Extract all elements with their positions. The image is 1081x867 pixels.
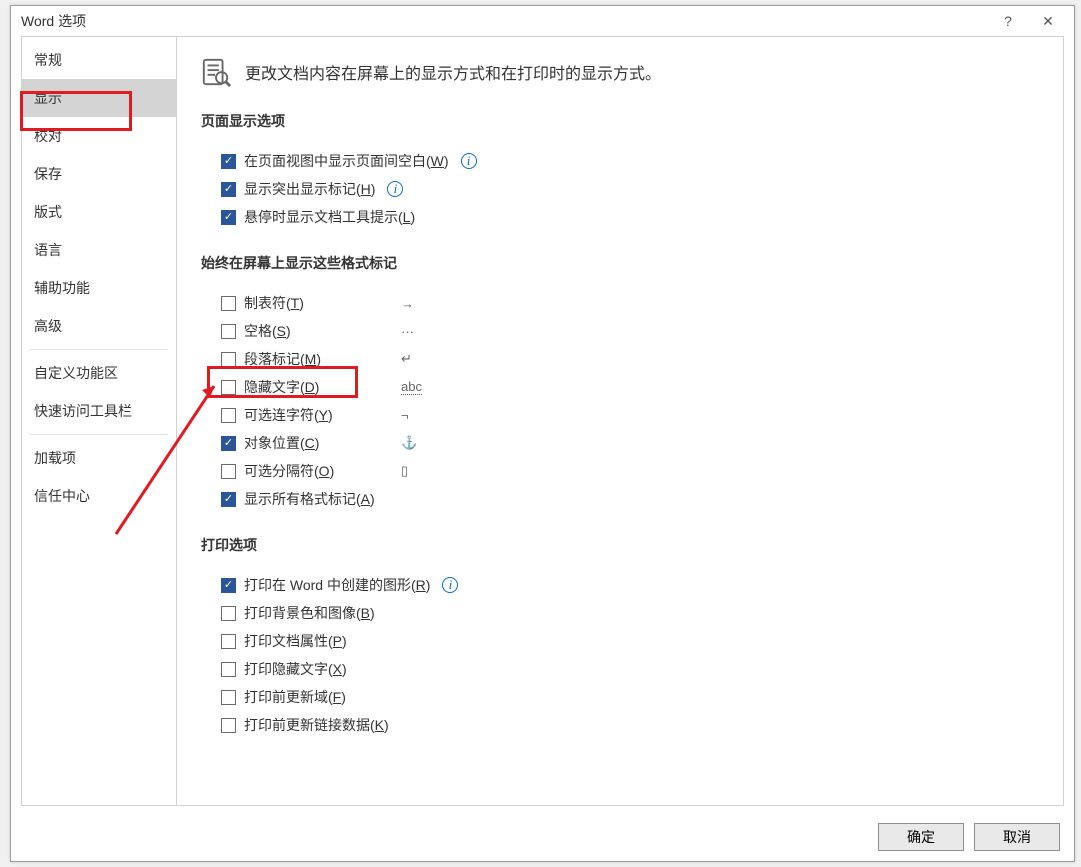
checkbox[interactable] <box>221 492 236 507</box>
option-row: 隐藏文字(D) abc <box>201 373 1039 401</box>
format-mark-symbol: abc <box>401 379 422 395</box>
option-label[interactable]: 悬停时显示文档工具提示(L) <box>244 207 415 227</box>
nav-item-常规[interactable]: 常规 <box>22 41 176 79</box>
option-row: 可选连字符(Y) ¬ <box>201 401 1039 429</box>
group-title: 页面显示选项 <box>201 111 1039 131</box>
option-label[interactable]: 打印隐藏文字(X) <box>244 659 347 679</box>
checkbox[interactable] <box>221 380 236 395</box>
checkbox[interactable] <box>221 154 236 169</box>
display-options-icon <box>201 57 231 87</box>
checkbox[interactable] <box>221 408 236 423</box>
dialog-footer: 确定 取消 <box>878 823 1060 851</box>
option-label[interactable]: 打印文档属性(P) <box>244 631 347 651</box>
nav-item-校对[interactable]: 校对 <box>22 117 176 155</box>
checkbox[interactable] <box>221 578 236 593</box>
nav-item-信任中心[interactable]: 信任中心 <box>22 477 176 515</box>
help-button[interactable]: ? <box>988 6 1028 36</box>
option-label[interactable]: 显示所有格式标记(A) <box>244 489 375 509</box>
nav-item-辅助功能[interactable]: 辅助功能 <box>22 269 176 307</box>
option-label[interactable]: 可选连字符(Y) <box>244 405 333 425</box>
option-row: 对象位置(C) ⚓ <box>201 429 1039 457</box>
nav-item-自定义功能区[interactable]: 自定义功能区 <box>22 354 176 392</box>
format-mark-symbol: ··· <box>401 324 414 339</box>
option-label[interactable]: 隐藏文字(D) <box>244 377 319 397</box>
option-row: 打印在 Word 中创建的图形(R) i <box>201 571 1039 599</box>
nav-separator <box>30 349 168 350</box>
page-heading: 更改文档内容在屏幕上的显示方式和在打印时的显示方式。 <box>245 60 661 84</box>
nav-item-版式[interactable]: 版式 <box>22 193 176 231</box>
option-row: 显示突出显示标记(H) i <box>201 175 1039 203</box>
checkbox[interactable] <box>221 296 236 311</box>
format-mark-symbol: ⚓ <box>401 435 417 451</box>
nav-item-加载项[interactable]: 加载项 <box>22 439 176 477</box>
checkbox[interactable] <box>221 324 236 339</box>
option-label[interactable]: 打印前更新链接数据(K) <box>244 715 389 735</box>
option-row: 打印背景色和图像(B) <box>201 599 1039 627</box>
content-pane: 更改文档内容在屏幕上的显示方式和在打印时的显示方式。 页面显示选项 在页面视图中… <box>176 36 1064 806</box>
cancel-button[interactable]: 取消 <box>974 823 1060 851</box>
info-icon[interactable]: i <box>387 181 403 197</box>
option-row: 打印隐藏文字(X) <box>201 655 1039 683</box>
checkbox[interactable] <box>221 182 236 197</box>
option-row: 在页面视图中显示页面间空白(W) i <box>201 147 1039 175</box>
option-label[interactable]: 可选分隔符(O) <box>244 461 334 481</box>
option-row: 可选分隔符(O) ▯ <box>201 457 1039 485</box>
nav-item-保存[interactable]: 保存 <box>22 155 176 193</box>
dialog-title: Word 选项 <box>21 11 988 31</box>
group-format-marks: 始终在屏幕上显示这些格式标记 制表符(T) → 空格(S) ··· 段落标记(M) ↵ 隐藏… <box>201 253 1039 513</box>
nav-item-显示[interactable]: 显示 <box>22 79 176 117</box>
option-row: 打印前更新链接数据(K) <box>201 711 1039 739</box>
option-label[interactable]: 显示突出显示标记(H) <box>244 179 375 199</box>
info-icon[interactable]: i <box>442 577 458 593</box>
checkbox[interactable] <box>221 464 236 479</box>
format-mark-symbol: → <box>401 296 414 311</box>
titlebar: Word 选项 ? ✕ <box>11 6 1074 36</box>
group-title: 打印选项 <box>201 535 1039 555</box>
format-mark-symbol: ▯ <box>401 463 408 479</box>
group-page-display: 页面显示选项 在页面视图中显示页面间空白(W) i 显示突出显示标记(H) i 悬停时显… <box>201 111 1039 231</box>
ok-button[interactable]: 确定 <box>878 823 964 851</box>
option-row: 空格(S) ··· <box>201 317 1039 345</box>
option-label[interactable]: 空格(S) <box>244 321 291 341</box>
option-row: 段落标记(M) ↵ <box>201 345 1039 373</box>
format-mark-symbol: ↵ <box>401 351 412 367</box>
checkbox[interactable] <box>221 606 236 621</box>
option-label[interactable]: 打印在 Word 中创建的图形(R) <box>244 575 430 595</box>
nav-item-快速访问工具栏[interactable]: 快速访问工具栏 <box>22 392 176 430</box>
option-label[interactable]: 段落标记(M) <box>244 349 321 369</box>
option-row: 打印文档属性(P) <box>201 627 1039 655</box>
checkbox[interactable] <box>221 634 236 649</box>
option-label[interactable]: 打印前更新域(F) <box>244 687 346 707</box>
format-mark-symbol: ¬ <box>401 408 409 423</box>
word-options-dialog: Word 选项 ? ✕ 常规显示校对保存版式语言辅助功能高级自定义功能区快速访问… <box>10 5 1075 862</box>
option-row: 显示所有格式标记(A) <box>201 485 1039 513</box>
checkbox[interactable] <box>221 662 236 677</box>
checkbox[interactable] <box>221 718 236 733</box>
nav-separator <box>30 434 168 435</box>
option-label[interactable]: 打印背景色和图像(B) <box>244 603 375 623</box>
checkbox[interactable] <box>221 352 236 367</box>
checkbox[interactable] <box>221 436 236 451</box>
option-row: 悬停时显示文档工具提示(L) <box>201 203 1039 231</box>
option-label[interactable]: 制表符(T) <box>244 293 304 313</box>
checkbox[interactable] <box>221 690 236 705</box>
option-label[interactable]: 对象位置(C) <box>244 433 319 453</box>
option-row: 打印前更新域(F) <box>201 683 1039 711</box>
category-nav: 常规显示校对保存版式语言辅助功能高级自定义功能区快速访问工具栏加载项信任中心 <box>21 36 176 806</box>
checkbox[interactable] <box>221 210 236 225</box>
group-print: 打印选项 打印在 Word 中创建的图形(R) i 打印背景色和图像(B) 打印文档属… <box>201 535 1039 739</box>
info-icon[interactable]: i <box>461 153 477 169</box>
group-title: 始终在屏幕上显示这些格式标记 <box>201 253 1039 273</box>
option-label[interactable]: 在页面视图中显示页面间空白(W) <box>244 151 449 171</box>
option-row: 制表符(T) → <box>201 289 1039 317</box>
close-button[interactable]: ✕ <box>1028 6 1068 36</box>
nav-item-语言[interactable]: 语言 <box>22 231 176 269</box>
nav-item-高级[interactable]: 高级 <box>22 307 176 345</box>
